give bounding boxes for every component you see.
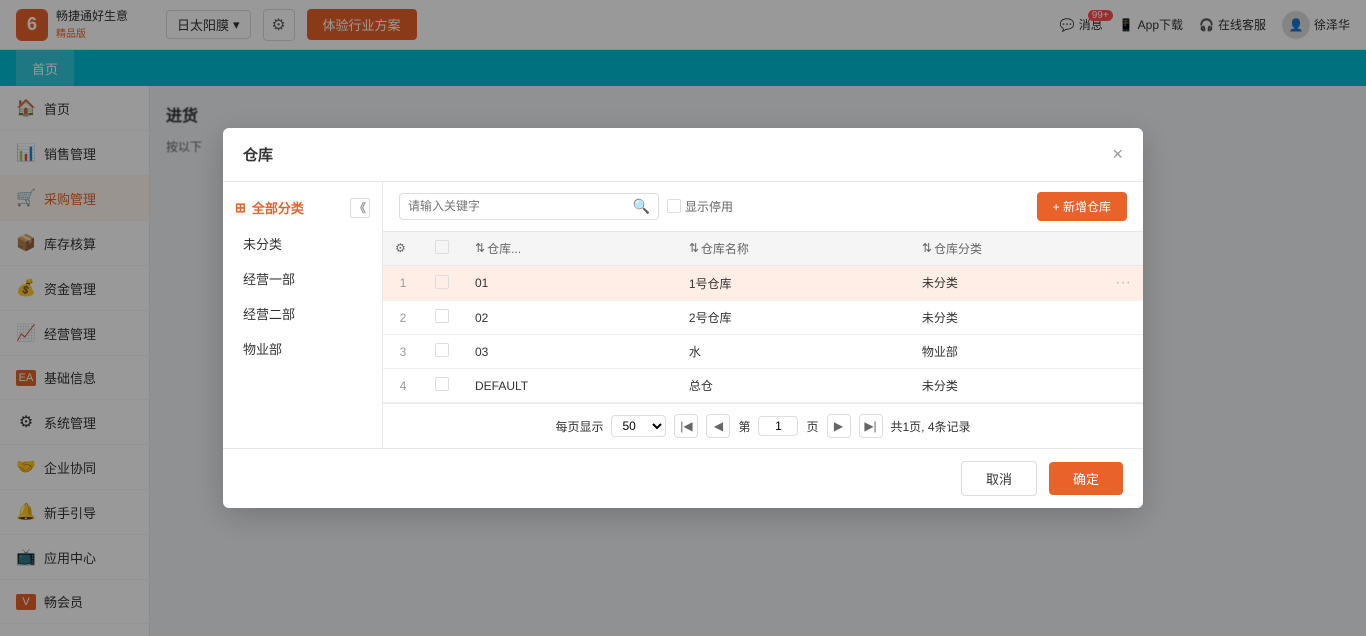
- page-size-label: 每页显示: [555, 418, 603, 435]
- search-icon[interactable]: 🔍: [633, 198, 650, 215]
- new-warehouse-button[interactable]: + 新增仓库: [1037, 192, 1127, 221]
- page-number-input[interactable]: [758, 416, 798, 436]
- category-item-ops1[interactable]: 经营一部: [223, 261, 382, 296]
- modal-footer: 取消 确定: [223, 448, 1143, 508]
- row-category: 未分类: [910, 301, 1143, 335]
- row-name: 2号仓库: [677, 301, 910, 335]
- warehouse-table-wrap: ⚙ ⇅ 仓库...: [383, 232, 1143, 404]
- row-code: 01: [463, 265, 677, 301]
- row-category: 未分类: [910, 369, 1143, 403]
- row-num: 1: [383, 265, 423, 301]
- col-category: ⇅ 仓库分类: [910, 232, 1143, 266]
- row-checkbox-cell: [423, 301, 463, 335]
- row-code: 02: [463, 301, 677, 335]
- first-page-button[interactable]: |◀: [674, 414, 698, 438]
- row-category: 未分类 ···: [910, 266, 1143, 301]
- col-name: ⇅ 仓库名称: [677, 232, 910, 266]
- col-checkbox: [423, 232, 463, 266]
- all-categories-label: 全部分类: [252, 198, 304, 217]
- prev-page-button[interactable]: ◀: [706, 414, 730, 438]
- more-actions-button[interactable]: ···: [1115, 274, 1131, 292]
- modal-header: 仓库 ×: [223, 128, 1143, 182]
- row-num: 3: [383, 335, 423, 369]
- row-num: 4: [383, 369, 423, 403]
- row-checkbox[interactable]: [435, 377, 449, 391]
- row-name: 1号仓库: [677, 265, 910, 301]
- table-row[interactable]: 3 03 水 物业部: [383, 335, 1143, 369]
- sort-icon: ⇅: [475, 241, 485, 255]
- modal-title: 仓库: [243, 144, 273, 165]
- col-code: ⇅ 仓库...: [463, 232, 677, 266]
- total-info: 共1页, 4条记录: [891, 418, 971, 435]
- modal-overlay[interactable]: 仓库 × ⊞ 全部分类 《 未分类 经营一部 经营二部: [0, 0, 1366, 636]
- search-input-wrap[interactable]: 🔍: [399, 193, 659, 220]
- modal-category-sidebar: ⊞ 全部分类 《 未分类 经营一部 经营二部 物业部: [223, 182, 383, 449]
- modal-body: ⊞ 全部分类 《 未分类 经营一部 经营二部 物业部: [223, 182, 1143, 449]
- table-row[interactable]: 2 02 2号仓库 未分类: [383, 301, 1143, 335]
- row-checkbox-cell: [423, 265, 463, 301]
- category-item-uncategorized[interactable]: 未分类: [223, 226, 382, 261]
- settings-col-icon: ⚙: [395, 241, 406, 255]
- row-checkbox[interactable]: [435, 309, 449, 323]
- row-code: 03: [463, 335, 677, 369]
- grid-icon: ⊞: [235, 200, 246, 216]
- row-code: DEFAULT: [463, 369, 677, 403]
- row-checkbox-cell: [423, 335, 463, 369]
- warehouse-modal: 仓库 × ⊞ 全部分类 《 未分类 经营一部 经营二部: [223, 128, 1143, 509]
- page-label: 第: [738, 418, 750, 435]
- modal-main: 🔍 显示停用 + 新增仓库 ⚙: [383, 182, 1143, 449]
- show-disabled-wrap: 显示停用: [667, 198, 733, 215]
- select-all-checkbox[interactable]: [435, 240, 449, 254]
- sort-icon: ⇅: [689, 241, 699, 255]
- modal-toolbar: 🔍 显示停用 + 新增仓库: [383, 182, 1143, 232]
- cancel-button[interactable]: 取消: [961, 461, 1037, 496]
- modal-close-button[interactable]: ×: [1112, 145, 1123, 163]
- row-num: 2: [383, 301, 423, 335]
- row-checkbox-cell: [423, 369, 463, 403]
- page-size-select[interactable]: 50 10 20 100: [611, 415, 666, 437]
- page-suffix: 页: [806, 418, 818, 435]
- row-category: 物业部: [910, 335, 1143, 369]
- table-row[interactable]: 4 DEFAULT 总仓 未分类: [383, 369, 1143, 403]
- col-settings: ⚙: [383, 232, 423, 266]
- show-disabled-checkbox[interactable]: [667, 199, 681, 213]
- next-page-button[interactable]: ▶: [827, 414, 851, 438]
- warehouse-table: ⚙ ⇅ 仓库...: [383, 232, 1143, 404]
- all-categories-item[interactable]: ⊞ 全部分类 《: [223, 190, 382, 226]
- row-name: 总仓: [677, 369, 910, 403]
- row-name: 水: [677, 335, 910, 369]
- show-disabled-label: 显示停用: [685, 198, 733, 215]
- category-item-property[interactable]: 物业部: [223, 331, 382, 366]
- confirm-button[interactable]: 确定: [1049, 462, 1123, 495]
- last-page-button[interactable]: ▶|: [859, 414, 883, 438]
- row-checkbox[interactable]: [435, 275, 449, 289]
- category-item-ops2[interactable]: 经营二部: [223, 296, 382, 331]
- row-checkbox[interactable]: [435, 343, 449, 357]
- collapse-sidebar-button[interactable]: 《: [350, 198, 370, 218]
- search-input[interactable]: [408, 199, 633, 213]
- table-row[interactable]: 1 01 1号仓库 未分类 ···: [383, 265, 1143, 301]
- modal-pagination: 每页显示 50 10 20 100 |◀ ◀ 第 页 ▶ ▶| 共1页, 4条记…: [383, 403, 1143, 448]
- sort-icon: ⇅: [922, 241, 932, 255]
